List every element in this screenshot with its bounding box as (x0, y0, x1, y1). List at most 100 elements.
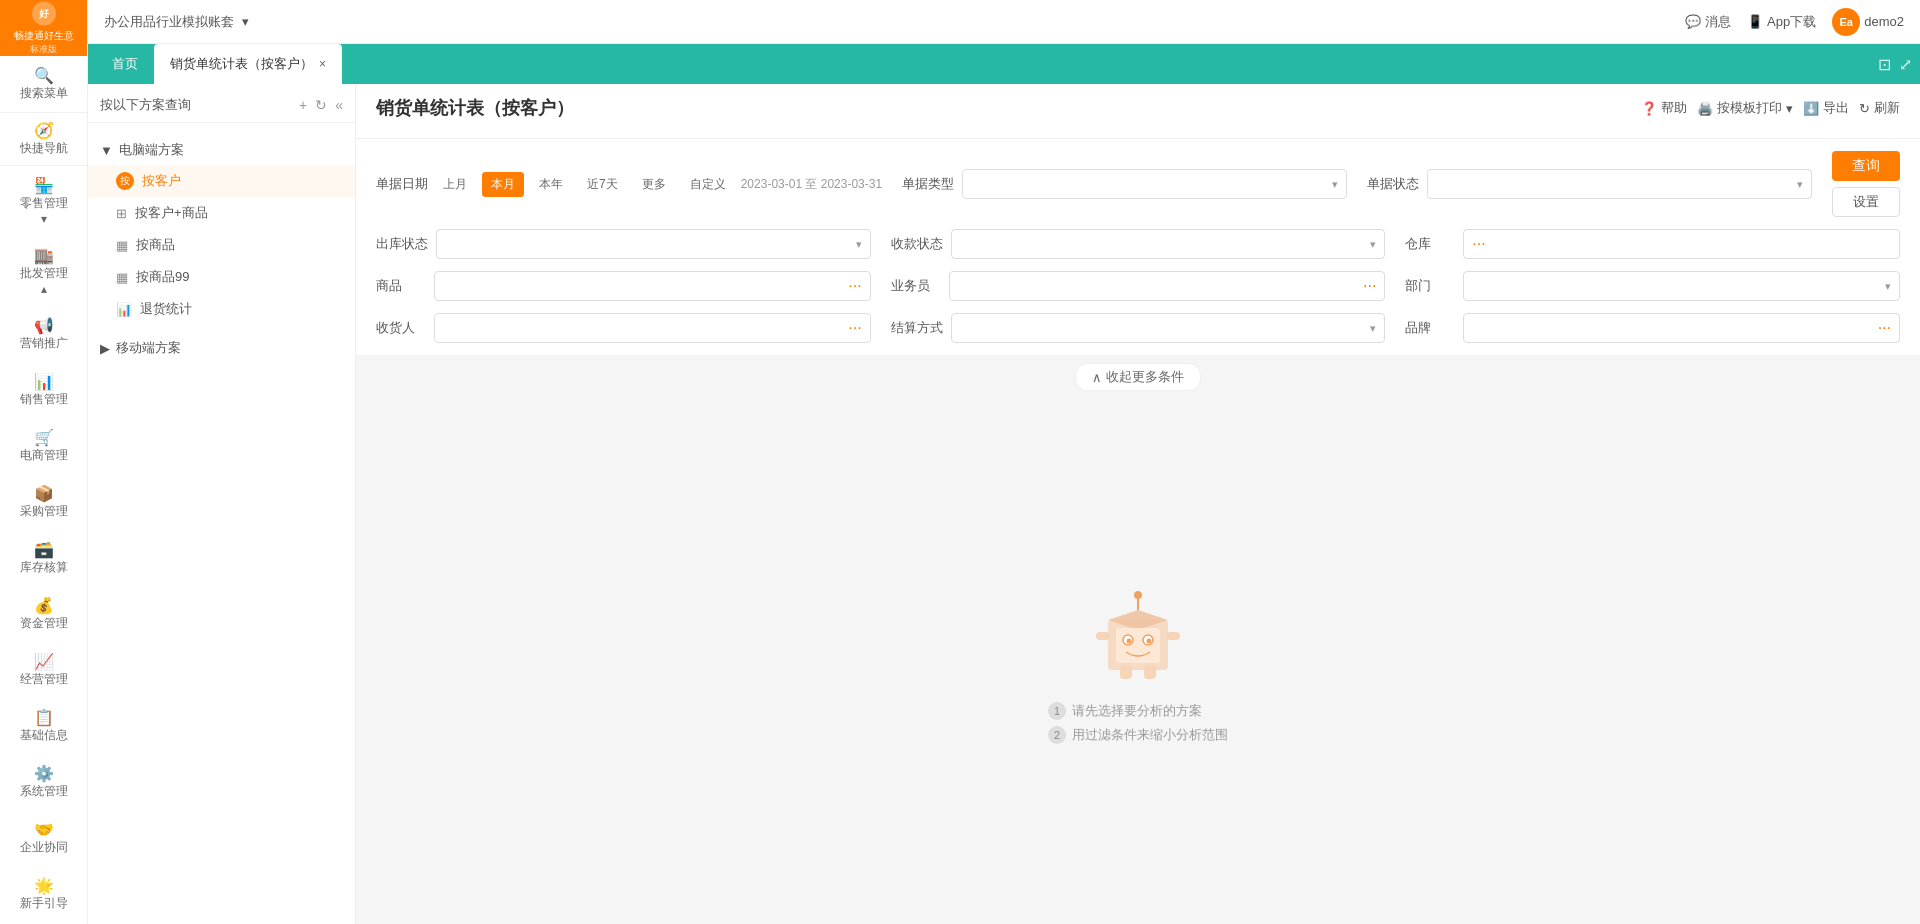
date-btn-this-year[interactable]: 本年 (530, 172, 572, 197)
refresh-btn[interactable]: ↻ 刷新 (1859, 99, 1900, 117)
collapse-panel-icon[interactable]: « (335, 97, 343, 113)
tab-active[interactable]: 销货单统计表（按客户） × (154, 44, 342, 84)
salesman-label: 业务员 (891, 277, 941, 295)
scheme-item-goods99[interactable]: ▦ 按商品99 (88, 261, 355, 293)
tab-bar-actions: ⊡ ⤢ (1878, 55, 1912, 74)
sidebar-item-retail[interactable]: 🏪 零售管理 ▾ (0, 166, 87, 236)
brand-select[interactable]: ··· (1463, 313, 1900, 343)
export-label: 导出 (1823, 99, 1849, 117)
warehouse-select[interactable]: ··· (1463, 229, 1900, 259)
by-customer-icon: 按 (116, 172, 134, 190)
user-menu[interactable]: Ea demo2 (1832, 8, 1904, 36)
tab-minimize-icon[interactable]: ⊡ (1878, 55, 1891, 74)
left-panel: 按以下方案查询 + ↻ « ▼ 电脑端方案 按 按客户 (88, 84, 356, 924)
payment-status-select[interactable]: ▾ (951, 229, 1386, 259)
help-btn[interactable]: ❓ 帮助 (1641, 99, 1687, 117)
scheme-item-customer-goods[interactable]: ⊞ 按客户+商品 (88, 197, 355, 229)
enterprise-label: 企业协同 (20, 839, 68, 856)
setting-button[interactable]: 设置 (1832, 187, 1900, 217)
enterprise-icon: 🤝 (34, 820, 54, 839)
tab-maximize-icon[interactable]: ⤢ (1899, 55, 1912, 74)
payment-status-dropdown-icon: ▾ (1370, 238, 1376, 251)
message-btn[interactable]: 💬 消息 (1685, 13, 1731, 31)
sales-label: 销售管理 (20, 391, 68, 408)
left-panel-actions: + ↻ « (299, 97, 343, 113)
sidebar-item-sales[interactable]: 📊 销售管理 (0, 362, 87, 418)
salesman-select[interactable]: ··· (949, 271, 1386, 301)
export-btn[interactable]: ⬇️ 导出 (1803, 99, 1849, 117)
sidebar-item-business[interactable]: 📈 经营管理 (0, 642, 87, 698)
scheme-item-by-goods[interactable]: ▦ 按商品 (88, 229, 355, 261)
print-btn[interactable]: 🖨️ 按模板打印 ▾ (1697, 99, 1793, 117)
return-stats-label: 退货统计 (140, 300, 192, 318)
goods-dots[interactable]: ··· (848, 277, 861, 295)
tip-num-1: 1 (1048, 702, 1066, 720)
date-btn-more[interactable]: 更多 (633, 172, 675, 197)
order-type-select[interactable]: ▾ (962, 169, 1347, 199)
refresh-label: 刷新 (1874, 99, 1900, 117)
desktop-group-label: 电脑端方案 (119, 141, 184, 159)
warehouse-label: 仓库 (1405, 235, 1455, 253)
scheme-group-mobile-header[interactable]: ▶ 移动端方案 (88, 333, 355, 363)
date-btn-7days[interactable]: 近7天 (578, 172, 627, 197)
delivery-select[interactable]: ▾ (436, 229, 871, 259)
sidebar-item-marketing[interactable]: 📢 营销推广 (0, 306, 87, 362)
industry-dropdown-icon[interactable]: ▾ (242, 14, 249, 29)
sidebar-item-wholesale[interactable]: 🏬 批发管理 ▴ (0, 236, 87, 306)
order-status-select[interactable]: ▾ (1427, 169, 1812, 199)
refresh-icon: ↻ (1859, 101, 1870, 116)
date-range: 2023-03-01 至 2023-03-31 (741, 176, 882, 193)
date-btn-last-month[interactable]: 上月 (434, 172, 476, 197)
brand-label: 品牌 (1405, 319, 1455, 337)
sidebar-item-finance[interactable]: 💰 资金管理 (0, 586, 87, 642)
add-scheme-icon[interactable]: + (299, 97, 307, 113)
payment-method-select[interactable]: ▾ (951, 313, 1386, 343)
home-tab-label: 首页 (112, 55, 138, 73)
date-btn-this-month[interactable]: 本月 (482, 172, 524, 197)
goods-select[interactable]: ··· (434, 271, 871, 301)
sales-icon: 📊 (34, 372, 54, 391)
sidebar-quick-nav[interactable]: 🧭 快捷导航 (0, 113, 87, 166)
scheme-group-desktop-header[interactable]: ▼ 电脑端方案 (88, 135, 355, 165)
svg-rect-4 (1116, 628, 1160, 663)
active-tab-label: 销货单统计表（按客户） (170, 55, 313, 73)
receiver-label: 收货人 (376, 319, 426, 337)
order-status-label: 单据状态 (1367, 175, 1419, 193)
svg-text:好: 好 (38, 8, 50, 19)
query-button[interactable]: 查询 (1832, 151, 1900, 181)
refresh-scheme-icon[interactable]: ↻ (315, 97, 327, 113)
app-download-btn[interactable]: 📱 App下载 (1747, 13, 1816, 31)
filter-row-1: 单据日期 上月 本月 本年 近7天 更多 自定义 2023-03-01 至 20… (376, 151, 1900, 217)
date-btn-custom[interactable]: 自定义 (681, 172, 735, 197)
date-filter: 上月 本月 本年 近7天 更多 自定义 (434, 172, 735, 197)
right-content: 销货单统计表（按客户） ❓ 帮助 🖨️ 按模板打印 ▾ ⬇️ (356, 84, 1920, 924)
logo-icon: 好 (28, 0, 60, 27)
scheme-item-by-customer[interactable]: 按 按客户 (88, 165, 355, 197)
wholesale-icon: 🏬 (34, 246, 54, 265)
compass-icon: 🧭 (34, 121, 54, 140)
basic-label: 基础信息 (20, 727, 68, 744)
sidebar-item-newbie[interactable]: 🌟 新手引导 (0, 866, 87, 922)
sidebar-item-basic[interactable]: 📋 基础信息 (0, 698, 87, 754)
warehouse-dots[interactable]: ··· (1472, 235, 1485, 253)
sidebar-item-procurement[interactable]: 📦 采购管理 (0, 474, 87, 530)
sidebar-item-enterprise[interactable]: 🤝 企业协同 (0, 810, 87, 866)
tab-close-icon[interactable]: × (319, 57, 326, 71)
brand-dots[interactable]: ··· (1878, 319, 1891, 337)
marketing-icon: 📢 (34, 316, 54, 335)
salesman-dots[interactable]: ··· (1363, 277, 1376, 295)
sidebar-item-ecommerce[interactable]: 🛒 电商管理 (0, 418, 87, 474)
tab-home[interactable]: 首页 (96, 44, 154, 84)
sidebar-item-system[interactable]: ⚙️ 系统管理 (0, 754, 87, 810)
receiver-select[interactable]: ··· (434, 313, 871, 343)
sidebar-item-inventory[interactable]: 🗃️ 库存核算 (0, 530, 87, 586)
sidebar-search[interactable]: 🔍 搜索菜单 (0, 56, 87, 113)
receiver-dots[interactable]: ··· (848, 319, 861, 337)
collapse-btn[interactable]: ∧ 收起更多条件 (1075, 363, 1201, 391)
scheme-item-return-stats[interactable]: 📊 退货统计 (88, 293, 355, 325)
header-left: 办公用品行业模拟账套 ▾ (104, 13, 249, 31)
tab-bar: 首页 销货单统计表（按客户） × ⊡ ⤢ (88, 44, 1920, 84)
svg-point-7 (1127, 638, 1132, 643)
message-icon: 💬 (1685, 14, 1701, 29)
department-select[interactable]: ▾ (1463, 271, 1900, 301)
